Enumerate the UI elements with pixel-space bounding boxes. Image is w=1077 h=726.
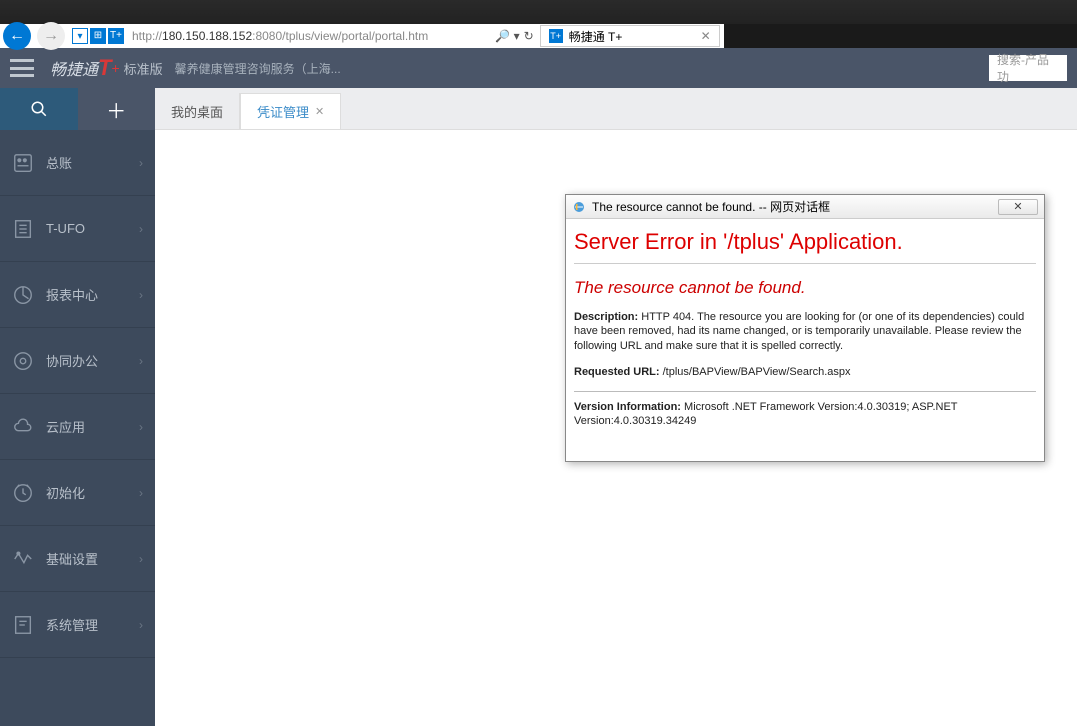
sidebar-item-label: 初始化: [46, 483, 85, 502]
sidebar-item-collab[interactable]: 协同办公 ›: [0, 328, 155, 394]
sidebar-top-buttons: ＋: [0, 88, 155, 130]
sidebar-item-label: 总账: [46, 153, 72, 172]
url-host: 180.150.188.152: [162, 29, 252, 43]
chevron-right-icon: ›: [139, 552, 143, 566]
sidebar-item-label: 系统管理: [46, 615, 98, 634]
address-bar-icons: ▾ ⊞ T+: [72, 28, 124, 44]
description-label: Description:: [574, 311, 638, 323]
chevron-right-icon: ›: [139, 156, 143, 170]
description-text: HTTP 404. The resource you are looking f…: [574, 311, 1024, 352]
error-heading: Server Error in '/tplus' Application.: [574, 229, 1036, 255]
compat-icon[interactable]: ⊞: [90, 28, 106, 44]
error-subheading: The resource cannot be found.: [574, 278, 1036, 298]
sidebar-item-init[interactable]: 初始化 ›: [0, 460, 155, 526]
browser-tab[interactable]: T+ 畅捷通 T+ ✕: [540, 25, 720, 47]
brand-logo-t: T: [98, 55, 111, 81]
requested-url-text: /tplus/BAPView/BAPView/Search.aspx: [660, 366, 851, 378]
error-divider: [574, 391, 1036, 392]
browser-tab-close-icon[interactable]: ✕: [701, 29, 711, 43]
url-path: /tplus/view/portal/portal.htm: [282, 29, 428, 43]
tab-close-icon[interactable]: ✕: [315, 105, 324, 118]
brand-name: 畅捷通: [50, 56, 98, 80]
requested-url-label: Requested URL:: [574, 366, 660, 378]
url-scheme: http://: [132, 29, 162, 43]
address-bar-buttons: 🔎 ▾ ↻: [495, 29, 533, 43]
dialog-body: Server Error in '/tplus' Application. Th…: [566, 219, 1044, 461]
chevron-right-icon: ›: [139, 486, 143, 500]
sidebar-item-cloud[interactable]: 云应用 ›: [0, 394, 155, 460]
browser-tab-title: 畅捷通 T+: [569, 28, 623, 45]
ledger-icon: [12, 152, 34, 174]
sidebar-item-label: 协同办公: [46, 351, 98, 370]
sidebar-item-label: 报表中心: [46, 285, 98, 304]
sidebar-item-label: 基础设置: [46, 549, 98, 568]
sidebar-item-settings[interactable]: 基础设置 ›: [0, 526, 155, 592]
sidebar-item-system[interactable]: 系统管理 ›: [0, 592, 155, 658]
chevron-right-icon: ›: [139, 618, 143, 632]
tab-label: 凭证管理: [257, 102, 309, 121]
init-icon: [12, 482, 34, 504]
system-icon: [12, 614, 34, 636]
chevron-right-icon: ›: [139, 222, 143, 236]
version-label: Version Information:: [574, 401, 681, 413]
company-name: 馨养健康管理咨询服务（上海...: [175, 60, 341, 77]
site-favicon: T+: [108, 28, 124, 44]
refresh-icon[interactable]: ↻: [524, 29, 534, 43]
search-dropdown-icon[interactable]: 🔎 ▾: [495, 29, 519, 43]
cloud-icon: [12, 416, 34, 438]
chevron-right-icon: ›: [139, 420, 143, 434]
content-tabs: 我的桌面 凭证管理 ✕: [155, 88, 1077, 130]
error-hr: [574, 263, 1036, 264]
sidebar: ＋ 总账 › T-UFO › 报表中心 › 协同办公 › 云应用 › 初始化 › 基础设置 › 系统管理 ›: [0, 88, 155, 726]
browser-forward-button[interactable]: →: [37, 22, 65, 50]
sidebar-add-button[interactable]: ＋: [78, 88, 156, 130]
sidebar-item-label: T-UFO: [46, 221, 85, 236]
sidebar-search-button[interactable]: [0, 88, 78, 130]
brand-logo-plus: +: [111, 60, 119, 76]
error-dialog: The resource cannot be found. -- 网页对话框 ✕…: [565, 194, 1045, 462]
content-tab[interactable]: 我的桌面: [155, 93, 240, 129]
error-description: Description: HTTP 404. The resource you …: [574, 310, 1036, 353]
report-icon: [12, 218, 34, 240]
sidebar-item-label: 云应用: [46, 417, 85, 436]
dialog-close-button[interactable]: ✕: [998, 199, 1038, 215]
chart-icon: [12, 284, 34, 306]
collab-icon: [12, 350, 34, 372]
address-bar[interactable]: http://180.150.188.152:8080/tplus/view/p…: [128, 29, 489, 43]
browser-nav-bar: ← → ▾ ⊞ T+ http://180.150.188.152:8080/t…: [0, 24, 1077, 48]
edition-label: 标准版: [124, 59, 163, 78]
sidebar-item-chart[interactable]: 报表中心 ›: [0, 262, 155, 328]
chevron-right-icon: ›: [139, 354, 143, 368]
dialog-titlebar[interactable]: The resource cannot be found. -- 网页对话框 ✕: [566, 195, 1044, 219]
ie-favicon: [572, 200, 586, 214]
chevron-right-icon: ›: [139, 288, 143, 302]
dialog-title-text: The resource cannot be found. -- 网页对话框: [592, 198, 830, 215]
hamburger-menu-icon[interactable]: [10, 59, 34, 77]
security-icon[interactable]: ▾: [72, 28, 88, 44]
search-input[interactable]: 搜索-产品功: [989, 55, 1067, 81]
app-header: 畅捷通 T + 标准版 馨养健康管理咨询服务（上海... 搜索-产品功: [0, 48, 1077, 88]
sidebar-item-ledger[interactable]: 总账 ›: [0, 130, 155, 196]
settings-icon: [12, 548, 34, 570]
error-requested-url: Requested URL: /tplus/BAPView/BAPView/Se…: [574, 365, 1036, 379]
tab-favicon: T+: [549, 29, 563, 43]
url-port: :8080: [252, 29, 282, 43]
sidebar-item-report[interactable]: T-UFO ›: [0, 196, 155, 262]
browser-chrome: ← → ▾ ⊞ T+ http://180.150.188.152:8080/t…: [0, 0, 1077, 48]
error-version-info: Version Information: Microsoft .NET Fram…: [574, 400, 1036, 429]
search-icon: [30, 100, 48, 118]
browser-back-button[interactable]: ←: [3, 22, 31, 50]
content-tab[interactable]: 凭证管理 ✕: [240, 93, 341, 129]
tab-label: 我的桌面: [171, 102, 223, 121]
